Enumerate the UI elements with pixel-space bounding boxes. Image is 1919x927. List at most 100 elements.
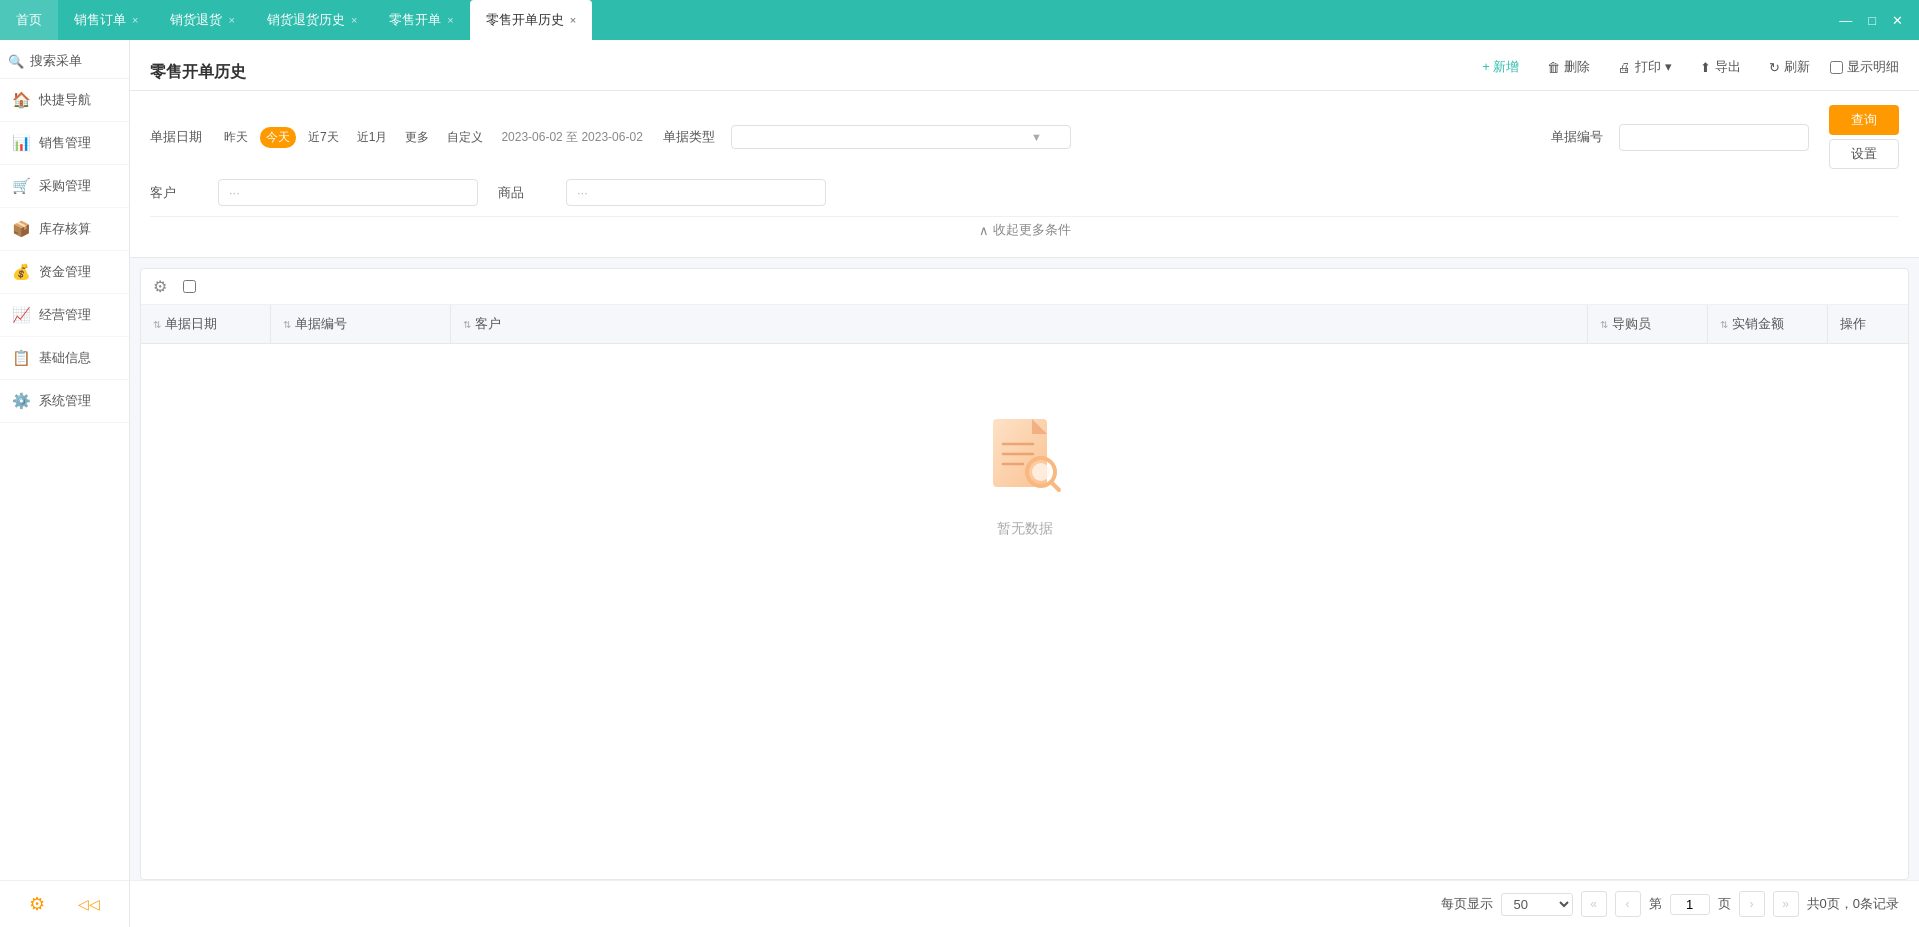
main-layout: 🔍 搜索采单 🏠快捷导航📊销售管理🛒采购管理📦库存核算💰资金管理 📈 经营管理 📋基础…: [0, 40, 1919, 927]
sort-icon-customer[interactable]: ⇅: [463, 319, 471, 330]
inventory-icon: 📦: [12, 220, 31, 238]
sidebar-search[interactable]: 🔍 搜索采单: [0, 40, 129, 79]
goods-input[interactable]: ···: [566, 179, 826, 206]
operations-icon: 📈: [12, 306, 31, 324]
close-button[interactable]: ✕: [1892, 13, 1903, 28]
svg-point-5: [1032, 463, 1050, 481]
customer-input[interactable]: ···: [218, 179, 478, 206]
nav-tab-home[interactable]: 首页: [0, 0, 58, 40]
content-area: 零售开单历史 + 新增 🗑 删除 🖨 打印 ▾ ⬆ 导出 ↻ 刷新: [130, 40, 1919, 927]
goods-label: 商品: [498, 184, 558, 202]
nav-tab-sales-order[interactable]: 销售订单×: [58, 0, 154, 40]
page-unit: 页: [1718, 895, 1731, 913]
date-range-display: 2023-06-02 至 2023-06-02: [501, 129, 642, 146]
sort-icon-order[interactable]: ⇅: [283, 319, 291, 330]
show-detail-checkbox[interactable]: [1830, 61, 1843, 74]
prev-page-button[interactable]: ‹: [1615, 891, 1641, 917]
header-date: ⇅ 单据日期: [141, 305, 271, 343]
sidebar-item-inventory[interactable]: 📦库存核算: [0, 208, 129, 251]
page-title: 零售开单历史: [150, 62, 246, 83]
empty-state-icon: [975, 404, 1075, 504]
sort-icon-amount[interactable]: ⇅: [1720, 319, 1728, 330]
page-size-label: 每页显示: [1441, 895, 1493, 913]
top-nav-bar: 首页销售订单×销货退货×销货退货历史×零售开单×零售开单历史× — □ ✕: [0, 0, 1919, 40]
select-all-checkbox[interactable]: [183, 280, 196, 293]
nav-tab-retail-open-history[interactable]: 零售开单历史×: [470, 0, 592, 40]
page-number-input[interactable]: [1670, 894, 1710, 915]
order-type-select[interactable]: ▼: [731, 125, 1071, 149]
header-action: 操作: [1828, 305, 1908, 343]
query-button[interactable]: 查询: [1829, 105, 1899, 135]
first-page-button[interactable]: «: [1581, 891, 1607, 917]
date-option-yesterday[interactable]: 昨天: [218, 127, 254, 148]
nav-tab-sales-return-history[interactable]: 销货退货历史×: [251, 0, 373, 40]
sidebar-item-purchase-mgmt[interactable]: 🛒采购管理: [0, 165, 129, 208]
settings-gear-icon[interactable]: ⚙: [29, 893, 45, 915]
order-number-input[interactable]: [1619, 124, 1809, 151]
minimize-button[interactable]: —: [1839, 13, 1852, 28]
order-number-section: 单据编号: [1551, 124, 1809, 151]
table-header: ⇅ 单据日期 ⇅ 单据编号 ⇅ 客户 ⇅ 导购员 ⇅ 实销金额: [141, 305, 1908, 344]
sidebar: 🔍 搜索采单 🏠快捷导航📊销售管理🛒采购管理📦库存核算💰资金管理 📈 经营管理 📋基础…: [0, 40, 130, 927]
tab-close-sales-order[interactable]: ×: [132, 14, 138, 26]
export-button[interactable]: ⬆ 导出: [1692, 54, 1749, 80]
sidebar-item-quick-nav[interactable]: 🏠快捷导航: [0, 79, 129, 122]
header-order-num: ⇅ 单据编号: [271, 305, 451, 343]
sidebar-item-finance[interactable]: 💰资金管理: [0, 251, 129, 294]
sidebar-label-operations: 经营管理: [39, 306, 91, 324]
sidebar-label-finance: 资金管理: [39, 263, 91, 281]
maximize-button[interactable]: □: [1868, 13, 1876, 28]
page-size-select[interactable]: 50 10 20 100: [1501, 893, 1573, 916]
sidebar-item-basic-info[interactable]: 📋基础信息: [0, 337, 129, 380]
header-amount: ⇅ 实销金额: [1708, 305, 1828, 343]
filter-row-1: 单据日期 昨天 今天 近7天 近1月 更多 自定义 2023-06-02 至 2…: [150, 105, 1899, 169]
sidebar-label-purchase-mgmt: 采购管理: [39, 177, 91, 195]
next-page-button[interactable]: ›: [1739, 891, 1765, 917]
collapse-label: 收起更多条件: [993, 221, 1071, 239]
date-option-last1month[interactable]: 近1月: [351, 127, 394, 148]
sidebar-item-system-mgmt[interactable]: ⚙️系统管理: [0, 380, 129, 423]
sort-icon-salesman[interactable]: ⇅: [1600, 319, 1608, 330]
header-customer: ⇅ 客户: [451, 305, 1588, 343]
system-mgmt-icon: ⚙️: [12, 392, 31, 410]
tab-close-sales-return[interactable]: ×: [228, 14, 234, 26]
collapse-filter-button[interactable]: ∧ 收起更多条件: [150, 216, 1899, 243]
settings-filter-button[interactable]: 设置: [1829, 139, 1899, 169]
table-settings-icon[interactable]: ⚙: [153, 277, 167, 296]
last-page-button[interactable]: »: [1773, 891, 1799, 917]
quick-nav-icon: 🏠: [12, 91, 31, 109]
refresh-button[interactable]: ↻ 刷新: [1761, 54, 1818, 80]
basic-info-icon: 📋: [12, 349, 31, 367]
collapse-sidebar-button[interactable]: ◁◁: [78, 896, 100, 912]
sidebar-item-operations[interactable]: 📈 经营管理: [0, 294, 129, 337]
date-option-custom[interactable]: 自定义: [441, 127, 489, 148]
tab-close-sales-return-history[interactable]: ×: [351, 14, 357, 26]
nav-tab-retail-open[interactable]: 零售开单×: [373, 0, 469, 40]
pagination-bar: 每页显示 50 10 20 100 « ‹ 第 页 › » 共0页，0条记录: [130, 880, 1919, 927]
nav-tab-sales-return[interactable]: 销货退货×: [154, 0, 250, 40]
sidebar-item-sales-mgmt[interactable]: 📊销售管理: [0, 122, 129, 165]
date-option-last7[interactable]: 近7天: [302, 127, 345, 148]
show-detail-label: 显示明细: [1847, 58, 1899, 76]
filter-panel: 单据日期 昨天 今天 近7天 近1月 更多 自定义 2023-06-02 至 2…: [130, 91, 1919, 258]
print-button[interactable]: 🖨 打印 ▾: [1610, 54, 1680, 80]
tab-close-retail-open-history[interactable]: ×: [570, 14, 576, 26]
sort-icon-date[interactable]: ⇅: [153, 319, 161, 330]
date-option-more[interactable]: 更多: [399, 127, 435, 148]
svg-line-6: [1051, 482, 1059, 490]
chevron-down-icon: ▼: [1031, 131, 1042, 143]
date-option-today[interactable]: 今天: [260, 127, 296, 148]
delete-icon: 🗑: [1547, 60, 1560, 75]
delete-button[interactable]: 🗑 删除: [1539, 54, 1598, 80]
filter-row-2: 客户 ··· 商品 ···: [150, 179, 1899, 206]
header-salesman: ⇅ 导购员: [1588, 305, 1708, 343]
nav-tabs: 首页销售订单×销货退货×销货退货历史×零售开单×零售开单历史×: [0, 0, 592, 40]
add-button[interactable]: + 新增: [1474, 54, 1527, 80]
page-header: 零售开单历史 + 新增 🗑 删除 🖨 打印 ▾ ⬆ 导出 ↻ 刷新: [130, 40, 1919, 91]
chevron-up-icon: ∧: [979, 223, 989, 238]
date-filter-section: 单据日期 昨天 今天 近7天 近1月 更多 自定义 2023-06-02 至 2…: [150, 127, 643, 148]
show-detail-checkbox-label[interactable]: 显示明细: [1830, 58, 1899, 76]
customer-label: 客户: [150, 184, 210, 202]
date-options: 昨天 今天 近7天 近1月 更多 自定义: [218, 127, 489, 148]
tab-close-retail-open[interactable]: ×: [447, 14, 453, 26]
